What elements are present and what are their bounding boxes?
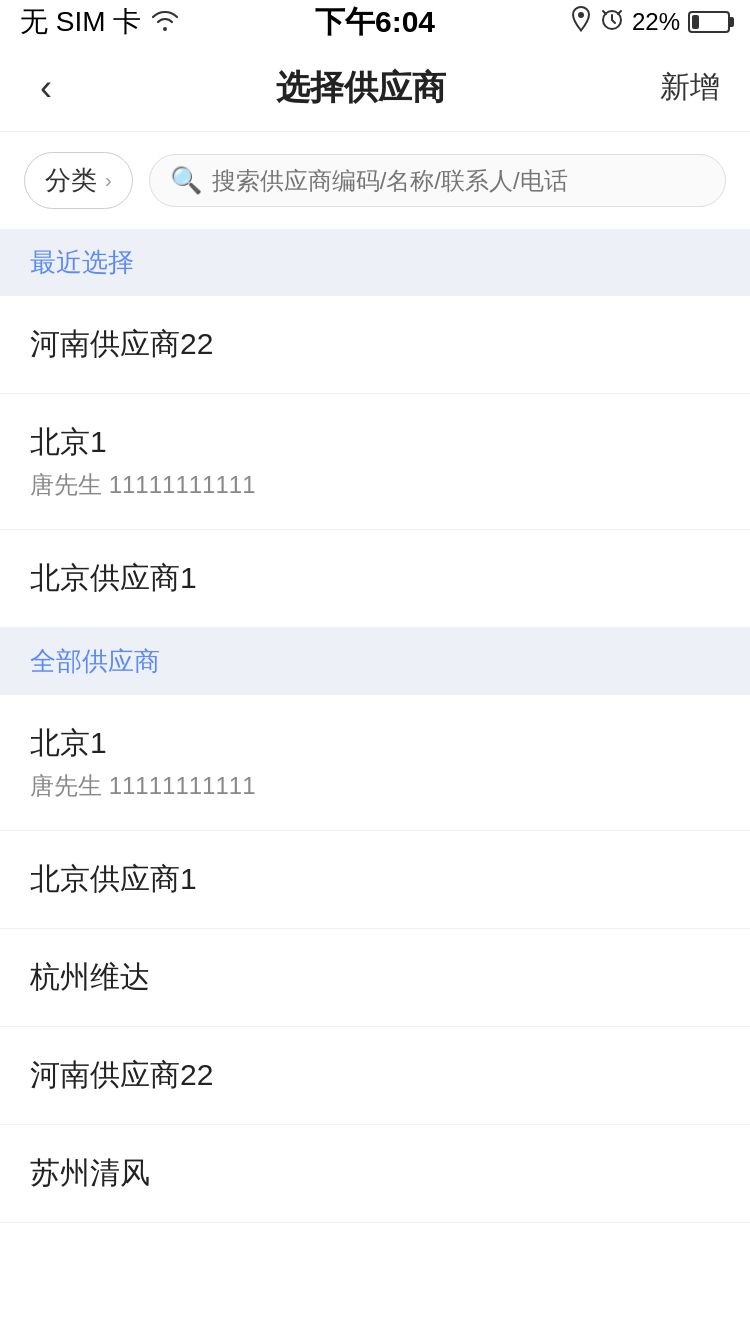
item-name: 北京供应商1: [30, 558, 720, 599]
all-items-list: 北京1 唐先生 11111111111 北京供应商1 杭州维达河南供应商22 苏州清风: [0, 695, 750, 1223]
category-button[interactable]: 分类 ›: [24, 152, 133, 209]
nav-bar: ‹ 选择供应商 新增: [0, 44, 750, 132]
all-list-item[interactable]: 杭州维达: [0, 929, 750, 1027]
all-section-header: 全部供应商: [0, 628, 750, 695]
recent-items-list: 河南供应商22 北京1 唐先生 11111111111 北京供应商1: [0, 296, 750, 628]
chevron-right-icon: ›: [105, 169, 112, 192]
recent-list-item[interactable]: 北京供应商1: [0, 530, 750, 628]
status-carrier-wifi: 无 SIM 卡: [20, 3, 179, 41]
alarm-icon: [600, 6, 624, 39]
svg-point-0: [578, 12, 584, 18]
status-bar: 无 SIM 卡 下午6:04 22%: [0, 0, 750, 44]
recent-list-item[interactable]: 河南供应商22: [0, 296, 750, 394]
item-sub: 唐先生 11111111111: [30, 469, 720, 501]
recent-section-label: 最近选择: [30, 247, 134, 277]
all-section-label: 全部供应商: [30, 646, 160, 676]
all-list-item[interactable]: 苏州清风: [0, 1125, 750, 1223]
back-button[interactable]: ‹: [30, 57, 62, 119]
page-title: 选择供应商: [276, 65, 446, 111]
recent-list-item[interactable]: 北京1 唐先生 11111111111: [0, 394, 750, 530]
item-sub: 唐先生 11111111111: [30, 770, 720, 802]
search-input[interactable]: [212, 167, 705, 195]
all-list-item[interactable]: 北京供应商1: [0, 831, 750, 929]
wifi-icon: [151, 6, 179, 38]
item-name: 河南供应商22: [30, 1055, 720, 1096]
search-icon: 🔍: [170, 165, 202, 196]
add-button[interactable]: 新增: [660, 67, 720, 108]
location-icon: [570, 6, 592, 39]
all-list-item[interactable]: 河南供应商22: [0, 1027, 750, 1125]
filter-bar: 分类 › 🔍: [0, 132, 750, 229]
recent-section-header: 最近选择: [0, 229, 750, 296]
all-list-item[interactable]: 北京1 唐先生 11111111111: [0, 695, 750, 831]
search-box[interactable]: 🔍: [149, 154, 726, 207]
carrier-text: 无 SIM 卡: [20, 3, 141, 41]
status-time: 下午6:04: [315, 2, 435, 43]
battery-percent: 22%: [632, 8, 680, 36]
category-label: 分类: [45, 163, 97, 198]
item-name: 北京供应商1: [30, 859, 720, 900]
item-name: 北京1: [30, 723, 720, 764]
item-name: 苏州清风: [30, 1153, 720, 1194]
item-name: 河南供应商22: [30, 324, 720, 365]
status-indicators: 22%: [570, 6, 730, 39]
item-name: 北京1: [30, 422, 720, 463]
battery-icon: [688, 11, 730, 33]
item-name: 杭州维达: [30, 957, 720, 998]
